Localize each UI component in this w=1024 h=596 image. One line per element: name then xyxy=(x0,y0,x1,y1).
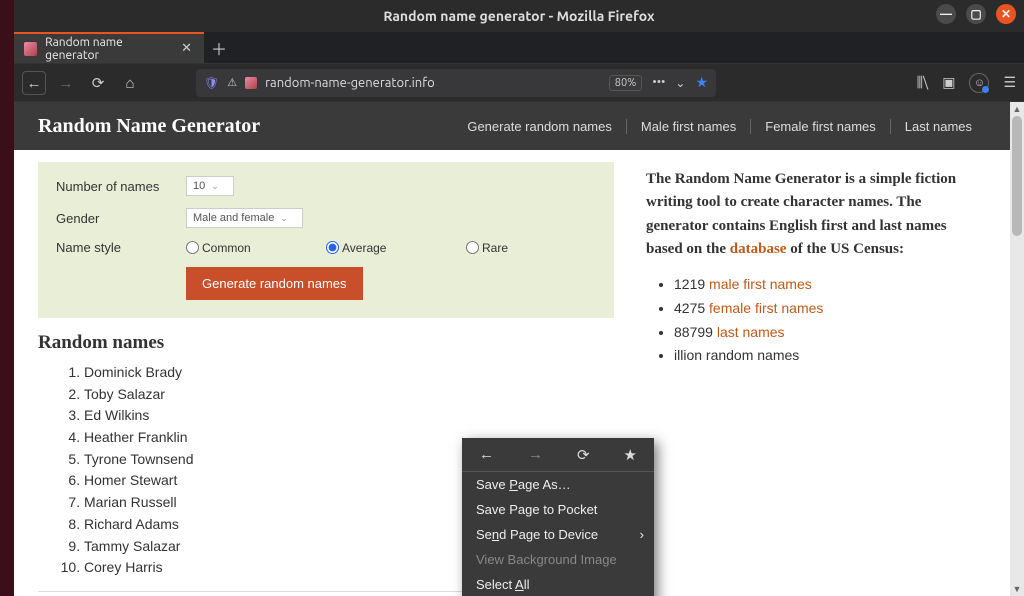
number-of-names-label: Number of names xyxy=(56,179,186,194)
library-icon[interactable]: ⫼\ xyxy=(917,74,929,91)
context-menu-item[interactable]: Send Page to Device› xyxy=(462,522,654,547)
gender-select[interactable]: Male and female xyxy=(186,208,303,228)
list-item: illion random names xyxy=(674,344,986,368)
url-bar[interactable]: 🛡 ⚠ random-name-generator.info 80% ••• ⌄… xyxy=(196,69,716,97)
connection-lock-icon[interactable]: ⚠ xyxy=(227,76,237,89)
sidebar-icon[interactable]: ▣ xyxy=(942,74,955,91)
nav-forward-button[interactable]: → xyxy=(54,71,78,95)
account-icon[interactable]: ☺ xyxy=(969,73,989,93)
hamburger-menu-icon[interactable]: ☰ xyxy=(1003,74,1016,91)
window-title: Random name generator - Mozilla Firefox xyxy=(383,8,654,24)
site-top-nav: Generate random names Male first names F… xyxy=(453,119,986,134)
browser-window: Random name generator - Mozilla Firefox … xyxy=(14,0,1024,596)
url-text: random-name-generator.info xyxy=(265,76,435,90)
context-menu-nav-row: ← → ⟳ ★ xyxy=(462,438,654,472)
ctx-reload-icon[interactable]: ⟳ xyxy=(577,446,590,464)
url-favicon xyxy=(245,77,257,89)
context-menu-item: View Background Image xyxy=(462,547,654,572)
radio-common[interactable]: Common xyxy=(186,241,316,255)
generate-button[interactable]: Generate random names xyxy=(186,267,363,300)
toolbar-right-group: ⫼\ ▣ ☺ ☰ xyxy=(917,73,1016,93)
list-item: 4275 female first names xyxy=(674,297,986,321)
nav-link[interactable]: Generate random names xyxy=(453,119,627,134)
nav-link[interactable]: Male first names xyxy=(627,119,751,134)
window-maximize-button[interactable]: ▢ xyxy=(966,4,986,24)
page-actions-icon[interactable]: ••• xyxy=(652,76,665,89)
vertical-scrollbar[interactable]: ▲ ▼ xyxy=(1010,102,1024,596)
submenu-arrow-icon: › xyxy=(640,527,644,542)
site-brand: Random Name Generator xyxy=(38,115,260,138)
tab-active[interactable]: Random name generator ✕ xyxy=(14,32,204,63)
browser-toolbar: ← → ⟳ ⌂ 🛡 ⚠ random-name-generator.info 8… xyxy=(14,64,1024,102)
nav-link[interactable]: Last names xyxy=(891,119,986,134)
bookmark-star-icon[interactable]: ★ xyxy=(695,74,708,91)
list-item: 1219 male first names xyxy=(674,273,986,297)
pocket-icon[interactable]: ⌄ xyxy=(675,76,685,90)
male-names-link[interactable]: male first names xyxy=(709,276,812,292)
scrollbar-thumb[interactable] xyxy=(1012,116,1022,236)
context-menu: ← → ⟳ ★ Save Page As…Save Page to Pocket… xyxy=(462,438,654,596)
random-names-heading: Random names xyxy=(38,332,614,354)
radio-average[interactable]: Average xyxy=(326,241,456,255)
ctx-bookmark-icon[interactable]: ★ xyxy=(624,446,637,464)
generator-form: Number of names 10 Gender Male and femal… xyxy=(38,162,614,318)
tab-title: Random name generator xyxy=(45,36,171,62)
nav-back-button[interactable]: ← xyxy=(22,71,46,95)
tracking-shield-icon[interactable]: 🛡 xyxy=(204,76,219,90)
ctx-forward-icon[interactable]: → xyxy=(528,446,543,463)
context-menu-item[interactable]: Save Page As… xyxy=(462,472,654,497)
name-style-radio-group: Common Average Rare xyxy=(186,241,596,255)
stats-list: 1219 male first names 4275 female first … xyxy=(674,273,986,368)
browser-viewport: Random Name Generator Generate random na… xyxy=(14,102,1024,596)
tab-close-button[interactable]: ✕ xyxy=(179,41,194,57)
nav-reload-button[interactable]: ⟳ xyxy=(86,71,110,95)
number-of-names-select[interactable]: 10 xyxy=(186,176,234,196)
database-link[interactable]: database xyxy=(730,241,787,257)
zoom-badge[interactable]: 80% xyxy=(609,75,643,91)
ctx-back-icon[interactable]: ← xyxy=(479,446,494,463)
nav-link[interactable]: Female first names xyxy=(751,119,891,134)
scrollbar-down-arrow[interactable]: ▼ xyxy=(1010,582,1024,596)
tab-favicon xyxy=(24,42,37,56)
window-titlebar: Random name generator - Mozilla Firefox … xyxy=(14,0,1024,32)
list-item: 88799 last names xyxy=(674,321,986,345)
context-menu-item[interactable]: Save Page to Pocket xyxy=(462,497,654,522)
name-style-label: Name style xyxy=(56,240,186,255)
window-minimize-button[interactable]: ― xyxy=(936,4,956,24)
gender-label: Gender xyxy=(56,211,186,226)
nav-home-button[interactable]: ⌂ xyxy=(118,71,142,95)
list-item: Dominick Brady xyxy=(84,362,614,384)
window-close-button[interactable]: ✕ xyxy=(996,4,1016,24)
list-item: Ed Wilkins xyxy=(84,405,614,427)
new-tab-button[interactable]: ＋ xyxy=(204,32,234,63)
radio-rare[interactable]: Rare xyxy=(466,241,596,255)
os-dock-sliver xyxy=(0,0,14,596)
scrollbar-up-arrow[interactable]: ▲ xyxy=(1010,102,1024,116)
window-controls: ― ▢ ✕ xyxy=(936,4,1016,24)
list-item: Toby Salazar xyxy=(84,384,614,406)
female-names-link[interactable]: female first names xyxy=(709,300,823,316)
description-text: The Random Name Generator is a simple fi… xyxy=(646,168,986,261)
site-header: Random Name Generator Generate random na… xyxy=(14,102,1010,150)
context-menu-item[interactable]: Select All xyxy=(462,572,654,596)
tab-bar: Random name generator ✕ ＋ xyxy=(14,32,1024,64)
last-names-link[interactable]: last names xyxy=(717,324,785,340)
